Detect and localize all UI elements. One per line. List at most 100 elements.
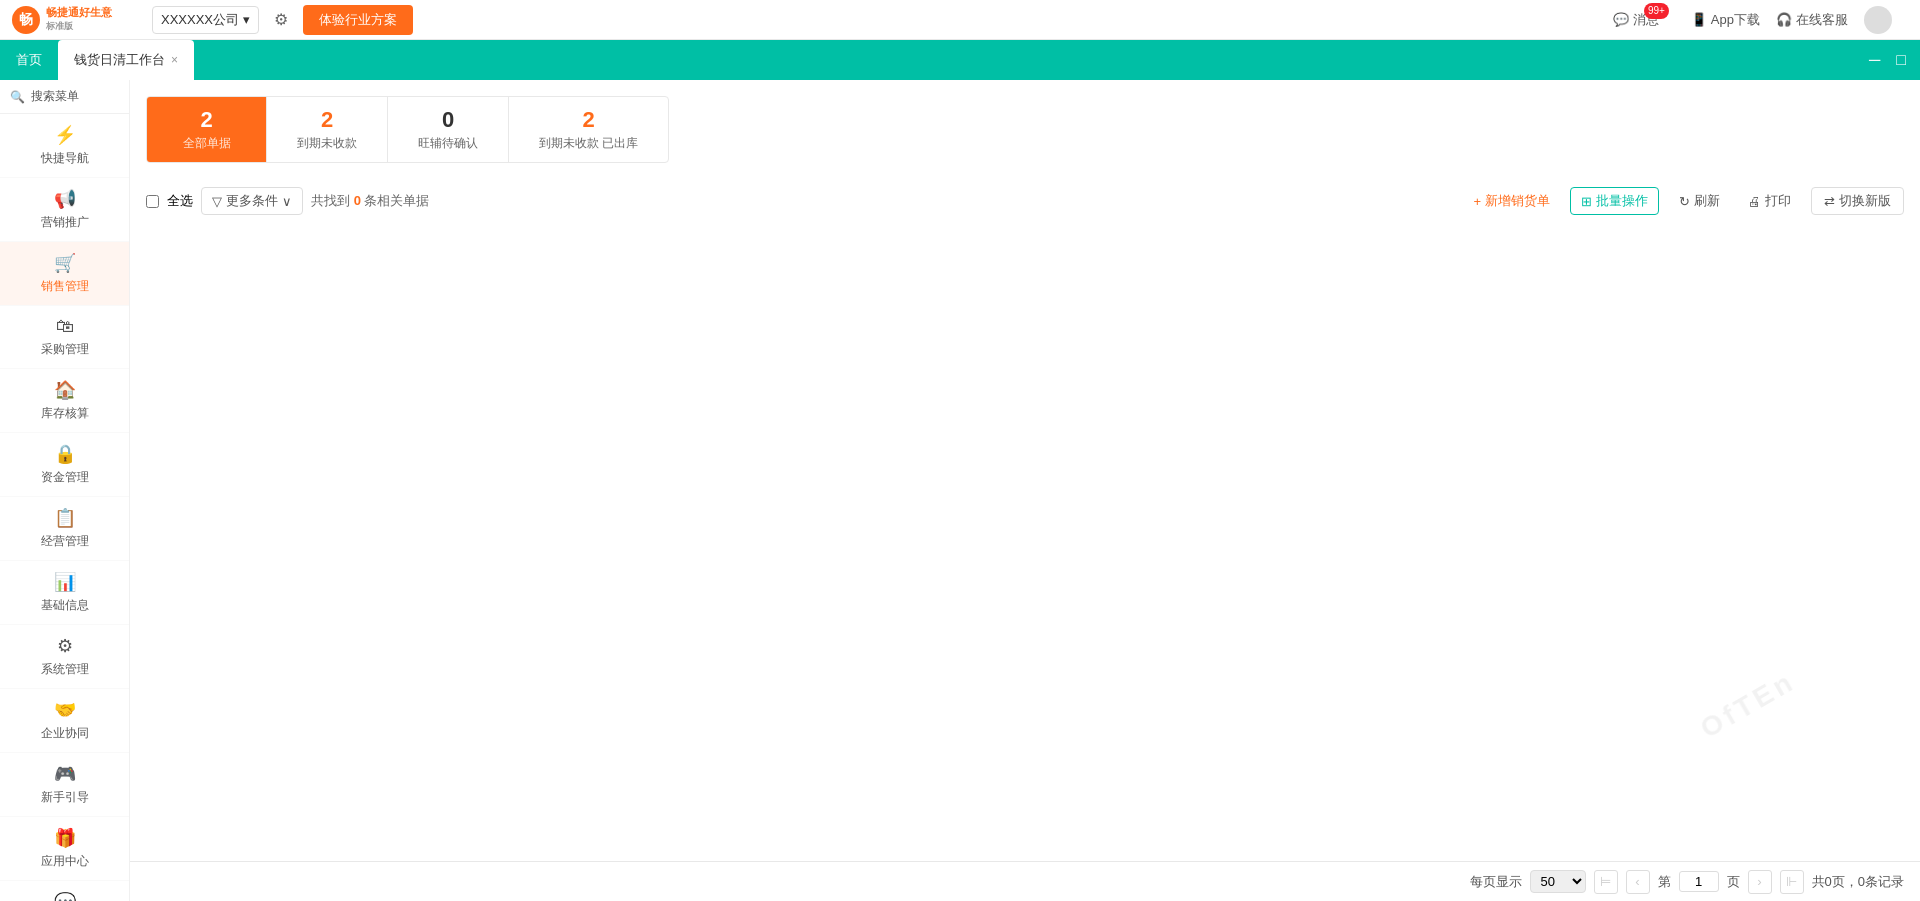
overdue-count: 2 bbox=[297, 107, 357, 133]
result-count: 0 bbox=[354, 193, 361, 208]
select-all-label: 全选 bbox=[167, 192, 193, 210]
pagination-bar: 每页显示 50 100 200 ⊨ ‹ 第 页 › ⊩ 共0页，0条记录 bbox=[130, 861, 1920, 901]
pending-label: 旺辅待确认 bbox=[418, 135, 478, 152]
sidebar-item-label: 资金管理 bbox=[41, 469, 89, 486]
tab-overdue[interactable]: 2 到期未收款 bbox=[267, 97, 388, 162]
enterprise-icon: 🤝 bbox=[54, 699, 76, 721]
sales-icon: 🛒 bbox=[54, 252, 76, 274]
sidebar: 🔍 搜索菜单 ⚡ 快捷导航 📢 营销推广 🛒 销售管理 🛍 采购管理 🏠 库存核… bbox=[0, 80, 130, 901]
refresh-button[interactable]: ↻ 刷新 bbox=[1671, 188, 1728, 214]
sidebar-item-quick-nav[interactable]: ⚡ 快捷导航 bbox=[0, 114, 129, 178]
batch-icon: ⊞ bbox=[1581, 194, 1592, 209]
quick-nav-icon: ⚡ bbox=[54, 124, 76, 146]
search-icon: 🔍 bbox=[10, 90, 25, 104]
search-menu[interactable]: 🔍 搜索菜单 bbox=[0, 80, 129, 114]
pending-count: 0 bbox=[418, 107, 478, 133]
minimize-icon[interactable]: ─ bbox=[1865, 47, 1884, 73]
switch-version-button[interactable]: ⇄ 切换新版 bbox=[1811, 187, 1904, 215]
system-icon: ⚙ bbox=[57, 635, 73, 657]
online-service-button[interactable]: 🎧 在线客服 bbox=[1776, 11, 1848, 29]
trial-button[interactable]: 体验行业方案 bbox=[303, 5, 413, 35]
add-icon: + bbox=[1473, 194, 1481, 209]
print-icon: 🖨 bbox=[1748, 194, 1761, 209]
finance-icon: 🔒 bbox=[54, 443, 76, 465]
company-name: XXXXXX公司 bbox=[161, 11, 239, 29]
app-logo-icon: 畅 bbox=[12, 6, 40, 34]
sidebar-item-label: 库存核算 bbox=[41, 405, 89, 422]
message-badge: 99+ bbox=[1644, 3, 1669, 19]
sidebar-item-guide[interactable]: 🎮 新手引导 bbox=[0, 753, 129, 817]
avatar[interactable] bbox=[1864, 6, 1892, 34]
sidebar-item-label: 采购管理 bbox=[41, 341, 89, 358]
print-label: 打印 bbox=[1765, 192, 1791, 210]
top-right-area: 💬 消息 99+ 📱 App下载 🎧 在线客服 bbox=[1613, 6, 1908, 34]
settings-button[interactable]: ⚙ bbox=[267, 6, 295, 34]
tab-pending[interactable]: 0 旺辅待确认 bbox=[388, 97, 509, 162]
next-page-button[interactable]: › bbox=[1748, 870, 1772, 894]
sidebar-item-marketing[interactable]: 📢 营销推广 bbox=[0, 178, 129, 242]
empty-content-area bbox=[146, 235, 1904, 715]
last-page-button[interactable]: ⊩ bbox=[1780, 870, 1804, 894]
add-order-button[interactable]: + 新增销货单 bbox=[1465, 188, 1558, 214]
content-inner: 2 全部单据 2 到期未收款 0 旺辅待确认 2 到期未收款 已出库 bbox=[130, 80, 1920, 901]
search-menu-label: 搜索菜单 bbox=[31, 88, 79, 105]
tab-all-orders[interactable]: 2 全部单据 bbox=[147, 97, 267, 162]
sidebar-item-label: 系统管理 bbox=[41, 661, 89, 678]
sidebar-item-inventory[interactable]: 🏠 库存核算 bbox=[0, 369, 129, 433]
sidebar-item-system[interactable]: ⚙ 系统管理 bbox=[0, 625, 129, 689]
sidebar-item-sales[interactable]: 🛒 销售管理 bbox=[0, 242, 129, 306]
sidebar-item-wecom[interactable]: 💬 企业微信 bbox=[0, 881, 129, 901]
nav-tabs-right: ─ □ bbox=[1865, 47, 1920, 73]
prev-page-button[interactable]: ‹ bbox=[1626, 870, 1650, 894]
batch-operation-button[interactable]: ⊞ 批量操作 bbox=[1570, 187, 1659, 215]
online-service-label: 在线客服 bbox=[1796, 11, 1848, 29]
page-size-select[interactable]: 50 100 200 bbox=[1530, 870, 1586, 893]
sidebar-item-operations[interactable]: 📋 经营管理 bbox=[0, 497, 129, 561]
close-tab-icon[interactable]: × bbox=[171, 53, 178, 67]
filter-icon: ▽ bbox=[212, 194, 222, 209]
filter-chevron-icon: ∨ bbox=[282, 194, 292, 209]
main-layout: 🔍 搜索菜单 ⚡ 快捷导航 📢 营销推广 🛒 销售管理 🛍 采购管理 🏠 库存核… bbox=[0, 80, 1920, 901]
select-all-checkbox[interactable] bbox=[146, 195, 159, 208]
result-text: 共找到 0 条相关单据 bbox=[311, 192, 429, 210]
sidebar-item-app-center[interactable]: 🎁 应用中心 bbox=[0, 817, 129, 881]
filter-button[interactable]: ▽ 更多条件 ∨ bbox=[201, 187, 303, 215]
shipped-count: 2 bbox=[539, 107, 638, 133]
sidebar-item-basic-info[interactable]: 📊 基础信息 bbox=[0, 561, 129, 625]
marketing-icon: 📢 bbox=[54, 188, 76, 210]
company-selector[interactable]: XXXXXX公司 ▾ bbox=[152, 6, 259, 34]
message-icon: 💬 bbox=[1613, 12, 1629, 27]
operations-icon: 📋 bbox=[54, 507, 76, 529]
tab-home[interactable]: 首页 bbox=[0, 40, 58, 80]
logo-area: 畅 畅捷通好生意 标准版 bbox=[12, 6, 142, 34]
sidebar-item-label: 营销推广 bbox=[41, 214, 89, 231]
print-button[interactable]: 🖨 打印 bbox=[1740, 188, 1799, 214]
page-of-label: 页 bbox=[1727, 873, 1740, 891]
app-download-label: App下载 bbox=[1711, 11, 1760, 29]
tab-work-bench[interactable]: 钱货日清工作台 × bbox=[58, 40, 194, 80]
message-button[interactable]: 💬 消息 99+ bbox=[1613, 11, 1659, 29]
all-orders-count: 2 bbox=[177, 107, 236, 133]
content-area: 2 全部单据 2 到期未收款 0 旺辅待确认 2 到期未收款 已出库 bbox=[130, 80, 1920, 901]
batch-label: 批量操作 bbox=[1596, 192, 1648, 210]
app-download-button[interactable]: 📱 App下载 bbox=[1691, 11, 1760, 29]
sidebar-item-finance[interactable]: 🔒 资金管理 bbox=[0, 433, 129, 497]
chevron-down-icon: ▾ bbox=[243, 12, 250, 27]
overdue-label: 到期未收款 bbox=[297, 135, 357, 152]
sidebar-item-label: 销售管理 bbox=[41, 278, 89, 295]
page-input[interactable] bbox=[1679, 871, 1719, 892]
page-label: 第 bbox=[1658, 873, 1671, 891]
sidebar-item-purchase[interactable]: 🛍 采购管理 bbox=[0, 306, 129, 369]
maximize-icon[interactable]: □ bbox=[1892, 47, 1910, 73]
app-logo-sub: 标准版 bbox=[46, 20, 112, 33]
first-page-button[interactable]: ⊨ bbox=[1594, 870, 1618, 894]
add-order-label: 新增销货单 bbox=[1485, 192, 1550, 210]
result-suffix: 条相关单据 bbox=[364, 193, 429, 208]
all-orders-label: 全部单据 bbox=[177, 135, 236, 152]
tab-shipped[interactable]: 2 到期未收款 已出库 bbox=[509, 97, 668, 162]
sidebar-item-enterprise[interactable]: 🤝 企业协同 bbox=[0, 689, 129, 753]
nav-tabs: 首页 钱货日清工作台 × ─ □ bbox=[0, 40, 1920, 80]
toolbar-right: + 新增销货单 ⊞ 批量操作 ↻ 刷新 🖨 打印 bbox=[1465, 187, 1904, 215]
switch-icon: ⇄ bbox=[1824, 194, 1835, 209]
top-bar: 畅 畅捷通好生意 标准版 XXXXXX公司 ▾ ⚙ 体验行业方案 💬 消息 99… bbox=[0, 0, 1920, 40]
